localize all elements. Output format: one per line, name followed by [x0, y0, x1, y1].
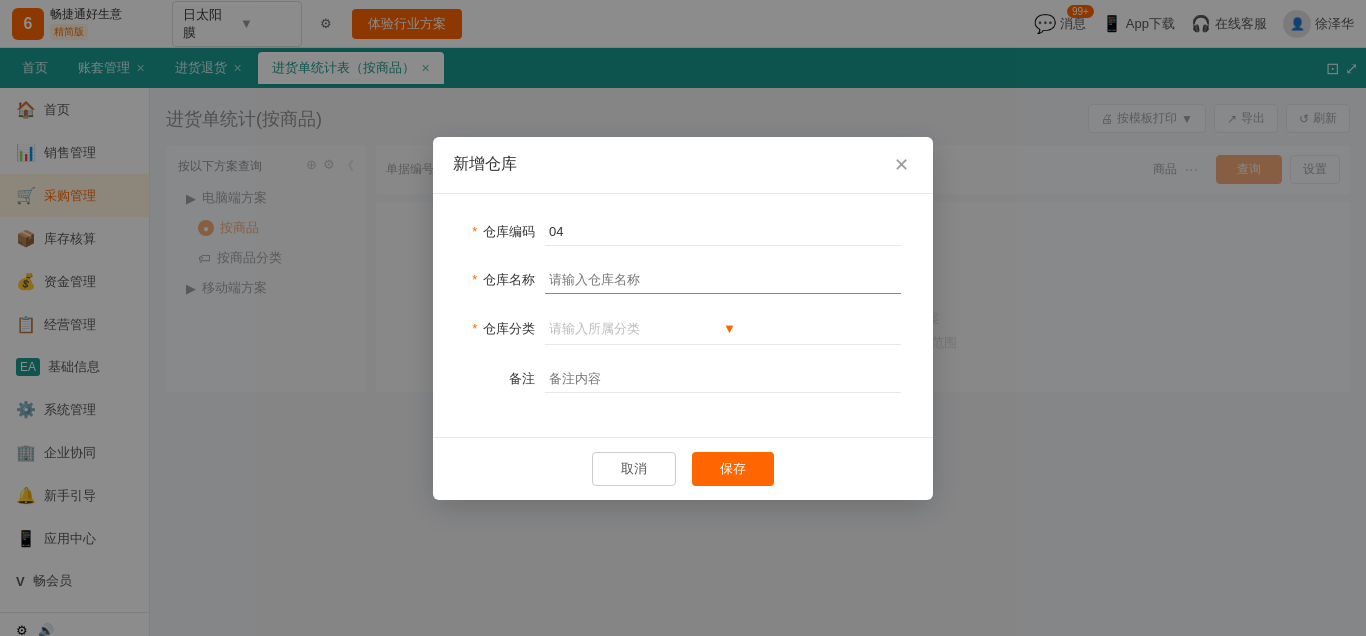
- warehouse-code-input[interactable]: [545, 218, 901, 246]
- modal-close-button[interactable]: ✕: [889, 153, 913, 177]
- warehouse-category-select[interactable]: 请输入所属分类 ▼: [545, 314, 901, 345]
- warehouse-code-label: * 仓库编码: [465, 223, 545, 241]
- add-warehouse-modal: 新增仓库 ✕ * 仓库编码 * 仓库名称: [433, 137, 933, 500]
- warehouse-name-row: * 仓库名称: [465, 266, 901, 294]
- warehouse-note-label: 备注: [465, 370, 545, 388]
- modal-overlay: 新增仓库 ✕ * 仓库编码 * 仓库名称: [0, 0, 1366, 636]
- warehouse-name-input[interactable]: [545, 266, 901, 294]
- modal-footer: 取消 保存: [433, 437, 933, 500]
- cancel-button[interactable]: 取消: [592, 452, 676, 486]
- warehouse-category-placeholder: 请输入所属分类: [549, 320, 723, 338]
- warehouse-code-row: * 仓库编码: [465, 218, 901, 246]
- modal-body: * 仓库编码 * 仓库名称 * 仓库分类 请输入所属: [433, 194, 933, 437]
- warehouse-note-row: 备注: [465, 365, 901, 393]
- warehouse-category-row: * 仓库分类 请输入所属分类 ▼: [465, 314, 901, 345]
- category-dropdown-arrow: ▼: [723, 321, 897, 336]
- warehouse-note-input[interactable]: [545, 365, 901, 393]
- modal-title: 新增仓库: [453, 154, 517, 175]
- modal-header: 新增仓库 ✕: [433, 137, 933, 194]
- save-button[interactable]: 保存: [692, 452, 774, 486]
- warehouse-name-label: * 仓库名称: [465, 271, 545, 289]
- warehouse-category-label: * 仓库分类: [465, 320, 545, 338]
